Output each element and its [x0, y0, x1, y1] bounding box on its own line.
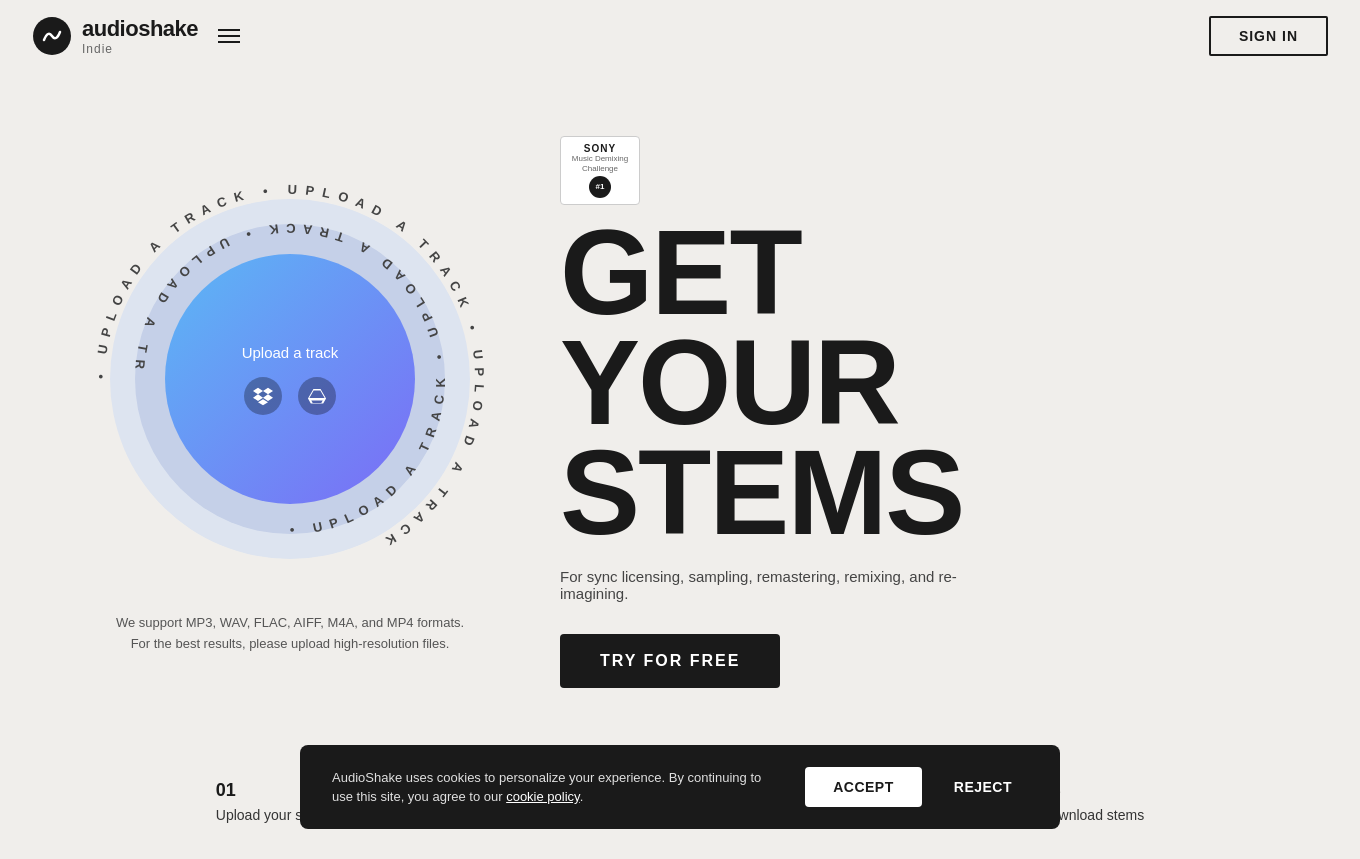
cookie-buttons: ACCEPT REJECT [805, 767, 1028, 807]
upload-drop-zone[interactable]: Upload a track [165, 254, 415, 504]
try-for-free-button[interactable]: TRY FOR FREE [560, 634, 780, 688]
header-left: audioshake Indie [32, 16, 244, 56]
drive-upload-button[interactable] [298, 377, 336, 415]
upload-circle-container: • UPLOAD A TRACK • UPLOAD A TRACK • UPLO… [80, 169, 500, 589]
cookie-banner: AudioShake uses cookies to personalize y… [300, 745, 1060, 829]
hero-title-line3: STEMS [560, 437, 1300, 547]
upload-section: • UPLOAD A TRACK • UPLOAD A TRACK • UPLO… [80, 169, 500, 655]
upload-note: We support MP3, WAV, FLAC, AIFF, M4A, an… [116, 613, 464, 655]
header: audioshake Indie SIGN IN [0, 0, 1360, 72]
badge-row: SONY Music DemixingChallenge #1 [560, 136, 1300, 204]
logo-subtext: Indie [82, 42, 198, 56]
sign-in-button[interactable]: SIGN IN [1209, 16, 1328, 56]
hero-subtitle: For sync licensing, sampling, remasterin… [560, 568, 1000, 602]
hero-title-line2: YOUR [560, 327, 1300, 437]
upload-icons [244, 377, 336, 415]
upload-label: Upload a track [242, 344, 339, 361]
main-content: • UPLOAD A TRACK • UPLOAD A TRACK • UPLO… [0, 72, 1360, 752]
logo-name: audioshake [82, 16, 198, 42]
logo[interactable]: audioshake Indie [32, 16, 198, 56]
logo-text-group: audioshake Indie [82, 16, 198, 56]
cookie-message: AudioShake uses cookies to personalize y… [332, 768, 765, 807]
logo-icon [32, 16, 72, 56]
hero-title: GET YOUR STEMS [560, 217, 1300, 548]
sony-subtitle: Music DemixingChallenge [572, 154, 628, 173]
menu-button[interactable] [214, 25, 244, 47]
sony-rank: #1 [589, 176, 611, 198]
cookie-policy-link[interactable]: cookie policy [506, 789, 579, 804]
hero-section: SONY Music DemixingChallenge #1 GET YOUR… [500, 136, 1300, 687]
sony-badge: SONY Music DemixingChallenge #1 [560, 136, 640, 204]
accept-cookies-button[interactable]: ACCEPT [805, 767, 922, 807]
dropbox-upload-button[interactable] [244, 377, 282, 415]
hero-title-line1: GET [560, 217, 1300, 327]
sony-brand: SONY [584, 143, 616, 154]
reject-cookies-button[interactable]: REJECT [938, 767, 1028, 807]
